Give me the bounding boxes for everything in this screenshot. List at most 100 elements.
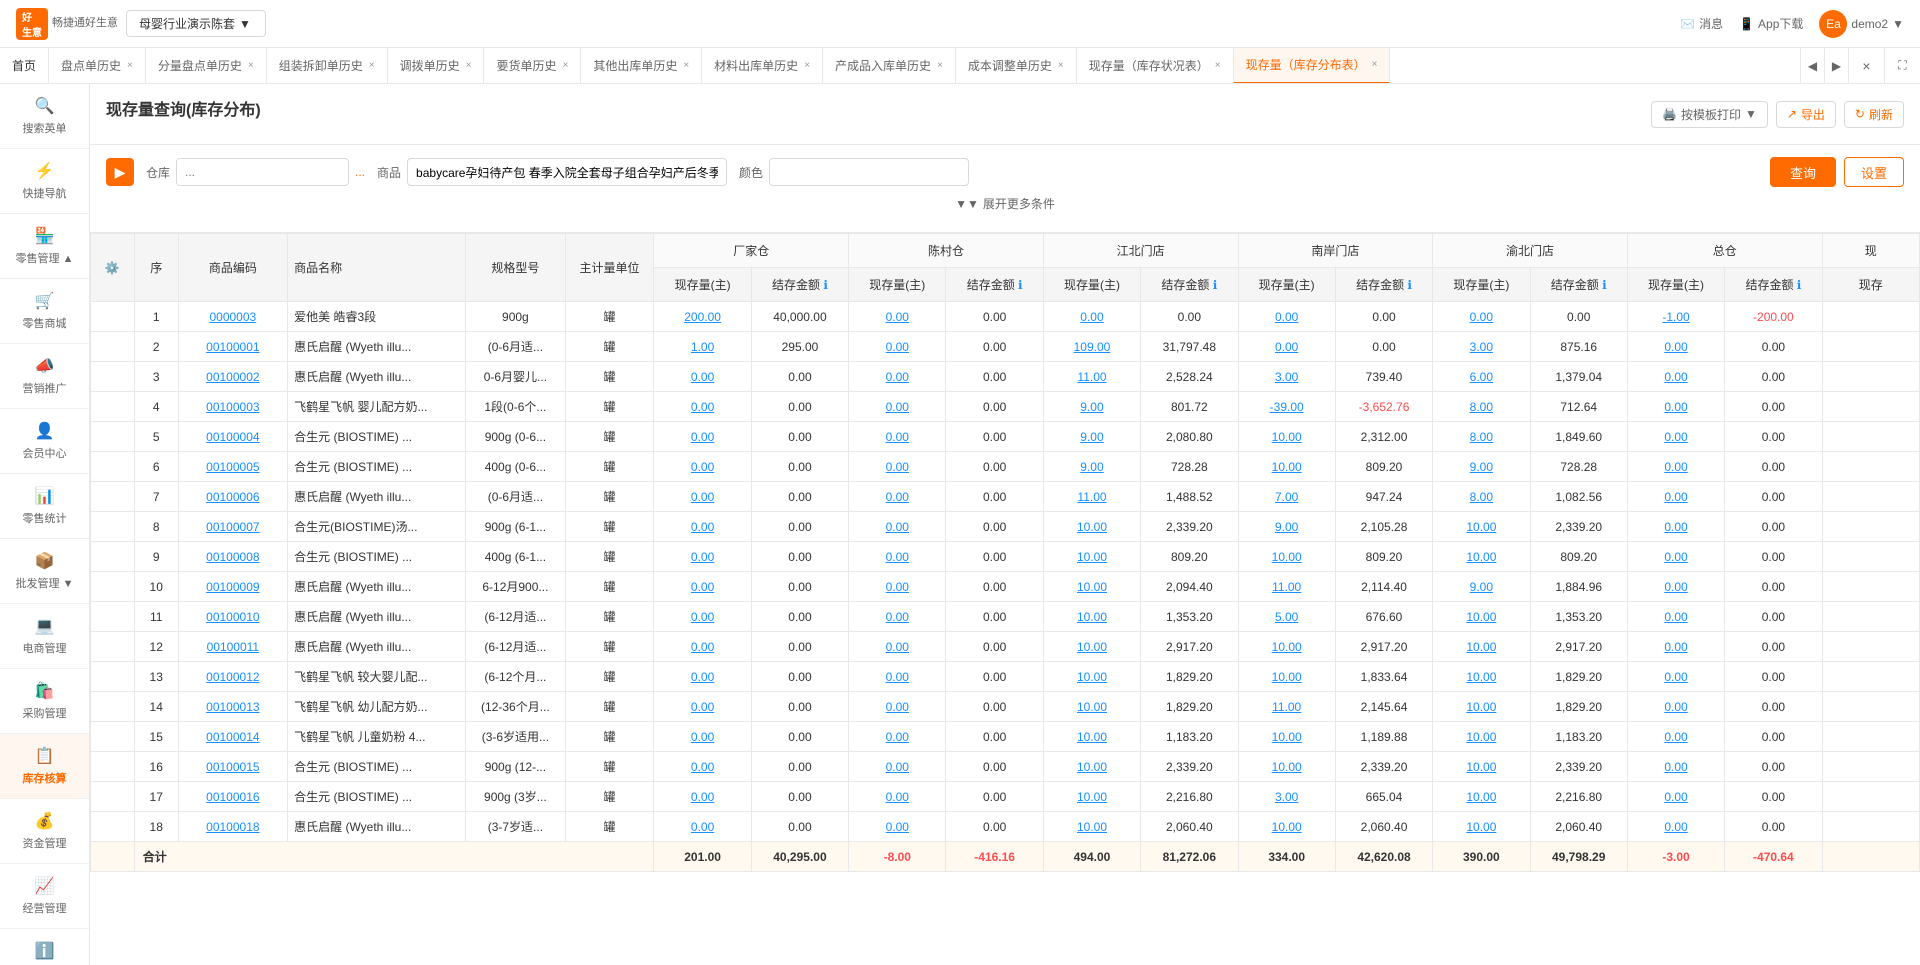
td-c1-qty: 0.00 [654,362,751,392]
td-c1-qty: 0.00 [654,512,751,542]
filter-toggle-btn[interactable]: ▶ [106,158,134,186]
user-menu[interactable]: Ea demo2 ▼ [1819,10,1904,38]
td-c5-qty: 8.00 [1433,482,1530,512]
td-num: 7 [134,482,178,512]
tab-cailiao[interactable]: 材料出库单历史 × [702,48,823,84]
sidebar-item-marketing[interactable]: 📣 营销推广 [0,344,89,409]
td-t-amt: 0.00 [1725,512,1822,542]
warehouse-input[interactable] [176,158,349,186]
td-c1-qty: 0.00 [654,752,751,782]
td-c2-qty: 0.00 [849,662,946,692]
tab-chengben[interactable]: 成本调整单历史 × [956,48,1077,84]
sidebar-item-search[interactable]: 🔍 搜索英单 [0,84,89,149]
th-c1-amt: 结存金额 ℹ [751,268,848,302]
expand-more-btn[interactable]: ▼▼ 展开更多条件 [955,195,1055,212]
filter-area: ▶ 仓库 ... 商品 颜色 查询 设置 [90,145,1920,233]
td-c4-amt: 0.00 [1335,302,1432,332]
close-icon[interactable]: × [562,60,568,71]
sidebar-item-members[interactable]: 👤 会员中心 [0,409,89,474]
nav-prev-btn[interactable]: ◀ [1800,48,1824,84]
setting-btn[interactable]: 设置 [1844,157,1904,187]
tab-fenpan[interactable]: 分量盘点单历史 × [146,48,267,84]
close-icon[interactable]: × [683,60,689,71]
td-c5-qty: 3.00 [1433,332,1530,362]
sidebar-item-ecommerce[interactable]: 💻 电商管理 [0,604,89,669]
tab-chengpin[interactable]: 产成品入库单历史 × [823,48,956,84]
megaphone-icon: 📣 [35,356,55,376]
td-name: 惠氏启醒 (Wyeth illu... [288,632,466,662]
messages-btn[interactable]: ✉️ 消息 [1680,15,1723,32]
tab-pandian[interactable]: 盘点单历史 × [49,48,146,84]
nav-expand-btn[interactable]: ⛶ [1884,48,1920,84]
td-c5-amt: 2,917.20 [1530,632,1627,662]
tab-zuchai[interactable]: 组装拆卸单历史 × [267,48,388,84]
td-c1-amt: 0.00 [751,662,848,692]
sidebar-item-inventory[interactable]: 📋 库存核算 [0,734,89,799]
sidebar-item-retail-stats[interactable]: 📊 零售统计 [0,474,89,539]
app-download-btn[interactable]: 📱 App下载 [1739,15,1803,32]
close-icon[interactable]: × [248,60,254,71]
top-bar: 好生意 畅捷通好生意 母婴行业演示陈套 ▼ ✉️ 消息 📱 App下载 Ea d… [0,0,1920,48]
nav-arrows: ◀ ▶ × ⛶ [1800,48,1920,84]
export-btn[interactable]: ↗ 导出 [1776,101,1836,128]
tab-home[interactable]: 首页 [0,48,49,84]
close-icon[interactable]: × [1058,60,1064,71]
color-input[interactable] [769,158,969,186]
tab-yaohuo[interactable]: 要货单历史 × [484,48,581,84]
sidebar-item-wholesale[interactable]: 📦 批发管理 ▼ [0,539,89,604]
close-icon[interactable]: × [127,60,133,71]
close-icon[interactable]: × [804,60,810,71]
td-unit: 罐 [565,662,654,692]
logo-icon: 好生意 [16,8,48,40]
nav-close-all-btn[interactable]: × [1848,48,1884,84]
td-c2-qty: 0.00 [849,482,946,512]
close-icon[interactable]: × [466,60,472,71]
sidebar-item-basic[interactable]: ℹ️ 基础信息 [0,929,89,965]
search-icon: 🔍 [35,96,55,116]
sidebar-item-purchase[interactable]: 🛍️ 采购管理 [0,669,89,734]
td-c2-qty: 0.00 [849,722,946,752]
td-t-qty: 0.00 [1627,812,1724,842]
th-c1-qty: 现存量(主) [654,268,751,302]
chevron-down-icon: ▼ [1745,107,1757,121]
td-c2-qty: 0.00 [849,602,946,632]
nav-next-btn[interactable]: ▶ [1824,48,1848,84]
td-c3-amt: 1,488.52 [1141,482,1238,512]
td-t-amt: 0.00 [1725,422,1822,452]
td-spec: 900g [466,302,565,332]
sidebar-item-finance[interactable]: 💰 资金管理 [0,799,89,864]
print-btn[interactable]: 🖨️ 按模板打印 ▼ [1651,101,1768,128]
chevron-down-icon: ▼ [239,17,251,31]
td-c3-amt: 0.00 [1141,302,1238,332]
sidebar-label-retail-stats: 零售统计 [23,510,67,526]
td-cur [1822,632,1919,662]
close-icon[interactable]: × [1215,60,1221,71]
td-c2-qty: 0.00 [849,362,946,392]
td-c3-qty: 10.00 [1043,812,1140,842]
tab-qitachu[interactable]: 其他出库单历史 × [581,48,702,84]
td-c4-qty: -39.00 [1238,392,1335,422]
table-row: 8 00100007 合生元(BIOSTIME)汤... 900g (6-1..… [91,512,1920,542]
search-btn[interactable]: 查询 [1770,157,1836,187]
tab-xiancun-status[interactable]: 现存量（库存状况表） × [1077,48,1234,84]
close-icon[interactable]: × [369,60,375,71]
th-c2-amt: 结存金额 ℹ [946,268,1043,302]
td-c1-amt: 0.00 [751,602,848,632]
refresh-btn[interactable]: ↻ 刷新 [1844,101,1904,128]
sidebar-item-retail[interactable]: 🏪 零售管理 ▲ [0,214,89,279]
sidebar-item-business[interactable]: 📈 经营管理 [0,864,89,929]
td-c2-amt: 0.00 [946,332,1043,362]
sidebar-item-mall[interactable]: 🛒 零售商城 [0,279,89,344]
close-icon[interactable]: × [937,60,943,71]
th-c5-amt: 结存金额 ℹ [1530,268,1627,302]
close-icon[interactable]: × [1372,59,1378,70]
td-name: 爱他美 皓睿3段 [288,302,466,332]
warehouse-select-btn[interactable]: ... [355,165,365,179]
goods-input[interactable] [407,158,727,186]
td-cur [1822,602,1919,632]
tab-diaabo[interactable]: 调拨单历史 × [388,48,485,84]
tab-xiancun-dist[interactable]: 现存量（库存分布表） × [1234,48,1391,84]
sidebar-item-quicknav[interactable]: ⚡ 快捷导航 [0,149,89,214]
industry-select[interactable]: 母婴行业演示陈套 ▼ [126,10,266,37]
td-c5-qty: 9.00 [1433,452,1530,482]
